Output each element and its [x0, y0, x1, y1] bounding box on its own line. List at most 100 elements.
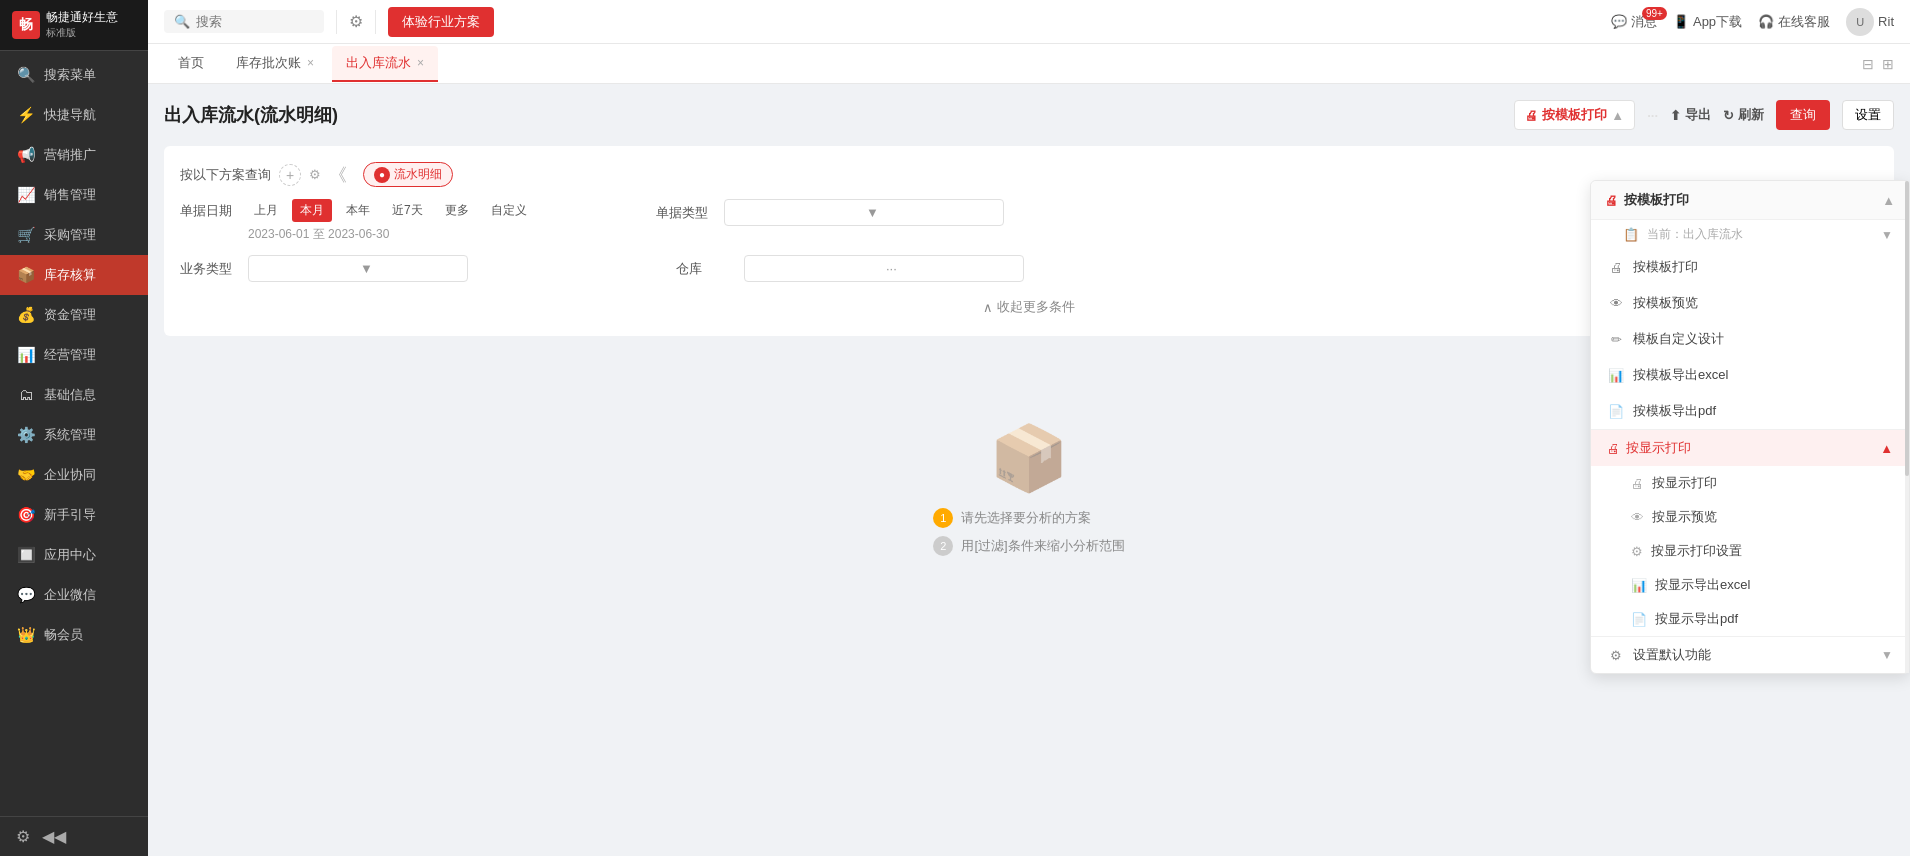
online-service[interactable]: 🎧 在线客服 — [1758, 13, 1830, 31]
type-select[interactable]: ▼ — [724, 199, 1004, 226]
display-settings-item[interactable]: ⚙ 按显示打印设置 — [1591, 534, 1909, 568]
display-preview-item[interactable]: 👁 按显示预览 — [1591, 500, 1909, 534]
tab-home[interactable]: 首页 — [164, 46, 218, 82]
business-select[interactable]: ▼ — [248, 255, 468, 282]
sidebar-item-sales[interactable]: 📈 销售管理 — [0, 175, 148, 215]
sidebar-label-marketing: 营销推广 — [44, 146, 96, 164]
template-print-btn[interactable]: 🖨 按模板打印 ▲ — [1514, 100, 1635, 130]
display-settings-icon: ⚙ — [1631, 544, 1643, 559]
dropdown-header-label: 按模板打印 — [1624, 191, 1689, 209]
sidebar-item-system[interactable]: ⚙️ 系统管理 — [0, 415, 148, 455]
industry-btn[interactable]: 体验行业方案 — [388, 7, 494, 37]
dropdown-scrollbar[interactable] — [1905, 181, 1909, 673]
dropdown-template-print[interactable]: 🖨 按模板打印 — [1591, 249, 1909, 285]
search-input[interactable] — [196, 14, 296, 29]
tab-batch-close[interactable]: × — [307, 56, 314, 70]
sidebar-label-funds: 资金管理 — [44, 306, 96, 324]
dropdown-up-arrow[interactable]: ▲ — [1882, 193, 1895, 208]
dropdown-scrollbar-thumb — [1905, 181, 1909, 476]
app-download-label: App下载 — [1693, 13, 1742, 31]
dropdown-template-custom[interactable]: ✏ 模板自定义设计 — [1591, 321, 1909, 357]
date-range-display: 2023-06-01 至 2023-06-30 — [180, 226, 600, 243]
date-filter-col: 单据日期 上月 本月 本年 近7天 更多 自定义 2023-06-01 至 20… — [180, 199, 600, 243]
notifications[interactable]: 💬 消息 99+ — [1611, 13, 1657, 31]
sidebar-item-funds[interactable]: 💰 资金管理 — [0, 295, 148, 335]
sidebar-nav: 🔍 搜索菜单 ⚡ 快捷导航 📢 营销推广 📈 销售管理 🛒 采购管理 📦 库存核… — [0, 51, 148, 816]
printer-icon-header: 🖨 — [1605, 193, 1618, 208]
date-this-month[interactable]: 本月 — [292, 199, 332, 222]
template-excel-label: 按模板导出excel — [1633, 366, 1728, 384]
dropdown-default-section[interactable]: ⚙ 设置默认功能 ▼ — [1591, 637, 1909, 673]
sidebar-item-guide[interactable]: 🎯 新手引导 — [0, 495, 148, 535]
sidebar-item-corp-weixin[interactable]: 💬 企业微信 — [0, 575, 148, 615]
sidebar-item-operations[interactable]: 📊 经营管理 — [0, 335, 148, 375]
sidebar-label-member: 畅会员 — [44, 626, 83, 644]
search-box[interactable]: 🔍 — [164, 10, 324, 33]
filter-add-btn[interactable]: + — [279, 164, 301, 186]
topbar-right: 💬 消息 99+ 📱 App下载 🎧 在线客服 U Rit — [1611, 8, 1894, 36]
display-section-header[interactable]: 🖨 按显示打印 ▲ — [1591, 430, 1909, 466]
sidebar-item-inventory[interactable]: 📦 库存核算 — [0, 255, 148, 295]
sidebar-icon-inventory: 📦 — [16, 265, 36, 285]
expand-icon[interactable]: ⊞ — [1882, 56, 1894, 72]
step-num-2: 2 — [933, 536, 953, 556]
printer-icon: 🖨 — [1525, 108, 1538, 123]
display-print-item[interactable]: 🖨 按显示打印 — [1591, 466, 1909, 500]
filter-label: 按以下方案查询 — [180, 166, 271, 184]
display-excel-item[interactable]: 📊 按显示导出excel — [1591, 568, 1909, 602]
date-last-month[interactable]: 上月 — [246, 199, 286, 222]
date-7days[interactable]: 近7天 — [384, 199, 431, 222]
tab-flow[interactable]: 出入库流水 × — [332, 46, 438, 82]
settings-icon[interactable]: ⚙ — [16, 827, 30, 846]
display-excel-icon: 📊 — [1631, 578, 1647, 593]
sidebar-item-quick-nav[interactable]: ⚡ 快捷导航 — [0, 95, 148, 135]
dropdown-arrow: ▲ — [1611, 108, 1624, 123]
warehouse-select[interactable]: ··· — [744, 255, 1024, 282]
user-avatar-area[interactable]: U Rit — [1846, 8, 1894, 36]
sidebar-label-sales: 销售管理 — [44, 186, 96, 204]
default-icon: ⚙ — [1607, 646, 1625, 664]
refresh-label: 刷新 — [1738, 106, 1764, 124]
current-expand-arrow[interactable]: ▼ — [1881, 228, 1893, 242]
topbar-settings-icon[interactable]: ⚙ — [349, 12, 363, 31]
tab-flow-close[interactable]: × — [417, 56, 424, 70]
export-btn[interactable]: ⬆ 导出 — [1670, 106, 1711, 124]
date-more[interactable]: 更多 — [437, 199, 477, 222]
business-arrow: ▼ — [360, 261, 457, 276]
sidebar-item-base[interactable]: 🗂 基础信息 — [0, 375, 148, 415]
filter-gear-icon[interactable]: ⚙ — [309, 167, 321, 182]
app-download[interactable]: 📱 App下载 — [1673, 13, 1742, 31]
export-label: 导出 — [1685, 106, 1711, 124]
business-label: 业务类型 — [180, 260, 240, 278]
sidebar-item-search[interactable]: 🔍 搜索菜单 — [0, 55, 148, 95]
tab-batch[interactable]: 库存批次账 × — [222, 46, 328, 82]
sidebar-item-purchase[interactable]: 🛒 采购管理 — [0, 215, 148, 255]
tab-flow-label: 出入库流水 — [346, 54, 411, 72]
display-pdf-label: 按显示导出pdf — [1655, 610, 1738, 628]
refresh-btn[interactable]: ↻ 刷新 — [1723, 106, 1764, 124]
sidebar-icon-marketing: 📢 — [16, 145, 36, 165]
dropdown-template-excel[interactable]: 📊 按模板导出excel — [1591, 357, 1909, 393]
query-btn[interactable]: 查询 — [1776, 100, 1830, 130]
tab-home-label: 首页 — [178, 54, 204, 72]
dropdown-template-pdf[interactable]: 📄 按模板导出pdf — [1591, 393, 1909, 429]
collapse-icon[interactable]: ◀◀ — [42, 827, 66, 846]
step1-text: 请先选择要分析的方案 — [961, 509, 1091, 527]
display-preview-icon: 👁 — [1631, 510, 1644, 525]
dropdown-template-preview[interactable]: 👁 按模板预览 — [1591, 285, 1909, 321]
filter-collapse-icon[interactable]: 《 — [329, 163, 347, 187]
warehouse-more[interactable]: ··· — [886, 261, 1013, 276]
date-this-year[interactable]: 本年 — [338, 199, 378, 222]
date-custom[interactable]: 自定义 — [483, 199, 535, 222]
settings-btn[interactable]: 设置 — [1842, 100, 1894, 130]
sidebar-logo: 畅 畅捷通好生意 标准版 — [0, 0, 148, 51]
display-print-label: 按显示打印 — [1652, 474, 1717, 492]
display-pdf-item[interactable]: 📄 按显示导出pdf — [1591, 602, 1909, 636]
sidebar-item-corp[interactable]: 🤝 企业协同 — [0, 455, 148, 495]
display-settings-label: 按显示打印设置 — [1651, 542, 1742, 560]
minimize-icon[interactable]: ⊟ — [1862, 56, 1874, 72]
filter-chip[interactable]: ● 流水明细 — [363, 162, 453, 187]
sidebar-item-marketing[interactable]: 📢 营销推广 — [0, 135, 148, 175]
sidebar-item-member[interactable]: 👑 畅会员 — [0, 615, 148, 655]
sidebar-item-app-center[interactable]: 🔲 应用中心 — [0, 535, 148, 575]
